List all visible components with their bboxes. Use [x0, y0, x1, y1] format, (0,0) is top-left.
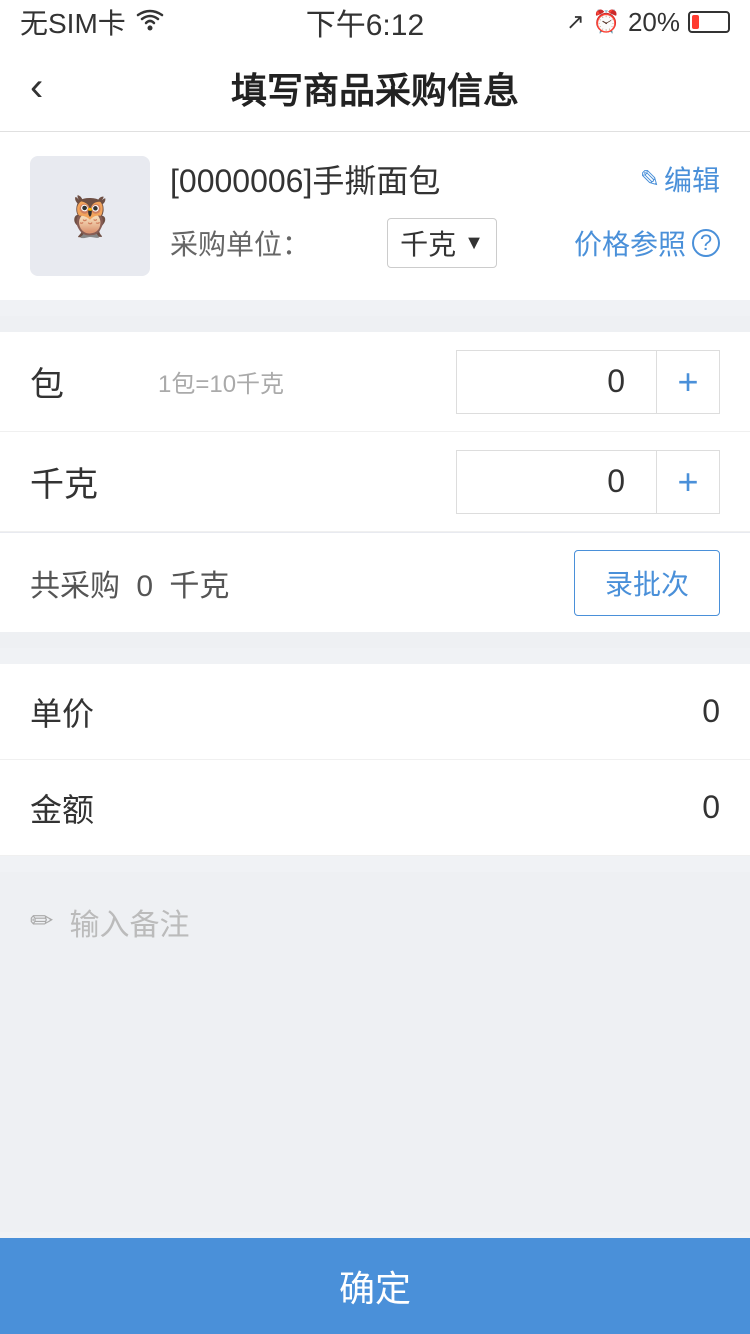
page-title: 填写商品采购信息	[231, 62, 519, 114]
pencil-icon: ✏	[30, 904, 53, 937]
section-divider-2	[0, 632, 750, 648]
purchase-unit-label: 采购单位：	[170, 223, 310, 263]
battery-percent: 20%	[628, 7, 680, 38]
nav-bar: ‹ 填写商品采购信息	[0, 44, 750, 132]
product-name: [0000006]手撕面包	[170, 156, 440, 202]
location-icon: ↗	[566, 9, 584, 35]
product-section: 🦉 [0000006]手撕面包 ✎ 编辑 采购单位： 千克 ▼ 价格参照 ?	[0, 132, 750, 300]
confirm-button[interactable]: 确定	[0, 1238, 750, 1334]
remark-placeholder: 输入备注	[69, 900, 189, 944]
price-ref-label: 价格参照	[574, 223, 686, 263]
record-batch-button[interactable]: 录批次	[574, 550, 720, 616]
kilogram-row: 千克 +	[0, 432, 750, 532]
unit-price-label: 单价	[30, 689, 94, 735]
edit-icon: ✎	[640, 165, 660, 194]
battery-icon	[688, 11, 730, 33]
package-plus-button[interactable]: +	[656, 350, 720, 414]
package-label: 包	[30, 357, 150, 406]
unit-value: 千克	[400, 223, 456, 263]
product-image: 🦉	[30, 156, 150, 276]
package-input[interactable]	[456, 350, 656, 414]
status-bar: 无SIM卡 下午6:12 ↗ ⏰ 20%	[0, 0, 750, 44]
input-section: 包 1包=10千克 + 千克 +	[0, 332, 750, 532]
amount-row: 金额 0	[0, 760, 750, 856]
purchase-unit-row: 采购单位： 千克 ▼ 价格参照 ?	[170, 218, 720, 268]
chevron-down-icon: ▼	[464, 232, 484, 255]
edit-button[interactable]: ✎ 编辑	[640, 159, 720, 199]
edit-label: 编辑	[664, 159, 720, 199]
kilogram-plus-button[interactable]: +	[656, 450, 720, 514]
unit-price-row: 单价 0	[0, 664, 750, 760]
total-unit: 千克	[169, 570, 229, 603]
product-info: [0000006]手撕面包 ✎ 编辑 采购单位： 千克 ▼ 价格参照 ?	[170, 156, 720, 268]
back-button[interactable]: ‹	[30, 65, 43, 110]
package-row: 包 1包=10千克 +	[0, 332, 750, 432]
total-amount: 0	[136, 570, 153, 603]
package-input-group: +	[456, 350, 720, 414]
kilogram-label: 千克	[30, 457, 150, 506]
price-ref-button[interactable]: 价格参照 ?	[574, 223, 720, 263]
remark-section[interactable]: ✏ 输入备注	[0, 872, 750, 1232]
total-prefix: 共采购	[30, 570, 120, 603]
product-name-row: [0000006]手撕面包 ✎ 编辑	[170, 156, 720, 202]
carrier-text: 无SIM卡	[20, 2, 126, 42]
unit-price-value: 0	[702, 693, 720, 730]
kilogram-input[interactable]	[456, 450, 656, 514]
alarm-icon: ⏰	[593, 9, 620, 35]
status-time: 下午6:12	[306, 0, 424, 44]
amount-label: 金额	[30, 785, 94, 831]
status-right: ↗ ⏰ 20%	[566, 7, 730, 38]
kilogram-input-group: +	[456, 450, 720, 514]
total-label: 共采购 0 千克	[30, 561, 229, 605]
status-left: 无SIM卡	[20, 2, 164, 42]
package-sub-label: 1包=10千克	[158, 364, 284, 399]
amount-value: 0	[702, 789, 720, 826]
total-row: 共采购 0 千克 录批次	[0, 532, 750, 632]
product-logo-icon: 🦉	[65, 193, 115, 240]
price-section: 单价 0 金额 0	[0, 664, 750, 856]
unit-select[interactable]: 千克 ▼	[387, 218, 497, 268]
section-divider-1	[0, 316, 750, 332]
price-ref-help-icon: ?	[692, 229, 720, 257]
wifi-icon	[136, 6, 164, 38]
